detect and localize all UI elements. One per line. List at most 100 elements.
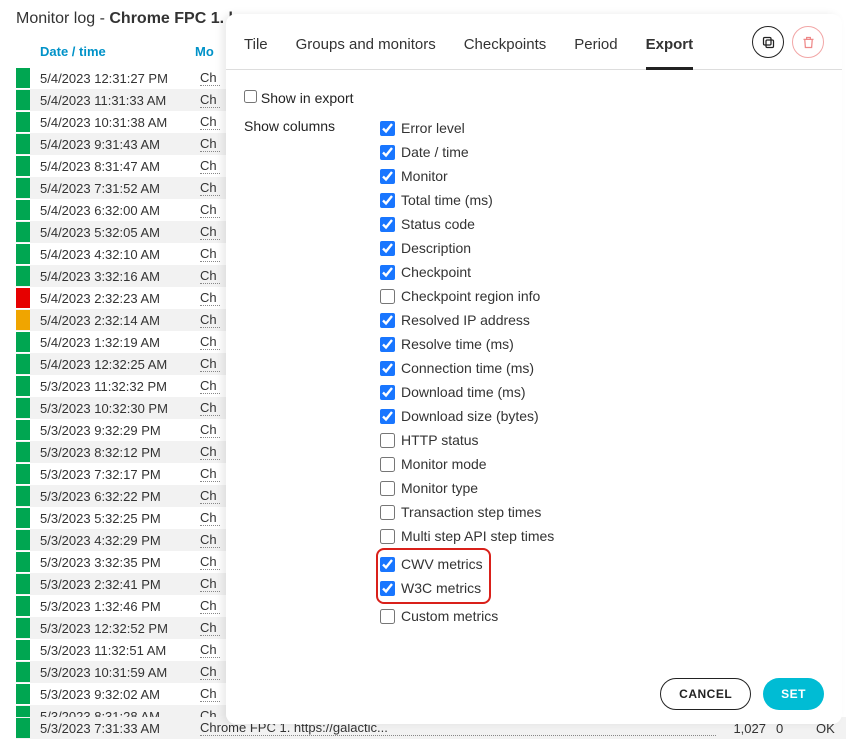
show-in-export-input[interactable] — [244, 90, 257, 103]
export-column-option[interactable]: Description — [380, 236, 824, 260]
export-column-option[interactable]: Checkpoint — [380, 260, 824, 284]
table-row[interactable]: 5/4/2023 7:31:52 AM Ch — [16, 177, 226, 199]
tab-groups-and-monitors[interactable]: Groups and monitors — [296, 28, 436, 69]
settings-panel: Tile Groups and monitors Checkpoints Period… — [226, 14, 842, 724]
export-column-checkbox[interactable] — [380, 409, 395, 424]
export-column-option[interactable]: Custom metrics — [380, 604, 824, 628]
column-header-monitor[interactable]: Mo — [195, 44, 214, 59]
export-column-option[interactable]: Date / time — [380, 140, 824, 164]
export-column-checkbox[interactable] — [380, 289, 395, 304]
export-column-option[interactable]: Total time (ms) — [380, 188, 824, 212]
export-column-checkbox[interactable] — [380, 169, 395, 184]
export-column-checkbox[interactable] — [380, 241, 395, 256]
set-button[interactable]: SET — [763, 678, 824, 710]
export-column-checkbox[interactable] — [380, 529, 395, 544]
export-column-label: Error level — [401, 120, 465, 136]
table-row[interactable]: 5/4/2023 8:31:47 AM Ch — [16, 155, 226, 177]
export-column-checkbox[interactable] — [380, 361, 395, 376]
delete-button[interactable] — [792, 26, 824, 58]
export-column-checkbox[interactable] — [380, 121, 395, 136]
table-row[interactable]: 5/4/2023 2:32:23 AM Ch — [16, 287, 226, 309]
status-indicator — [16, 684, 30, 704]
cell-monitor: Ch — [200, 686, 220, 702]
export-column-label: Connection time (ms) — [401, 360, 534, 376]
table-row[interactable]: 5/3/2023 10:32:30 PM Ch — [16, 397, 226, 419]
export-column-checkbox[interactable] — [380, 557, 395, 572]
status-indicator — [16, 398, 30, 418]
table-row[interactable]: 5/4/2023 2:32:14 AM Ch — [16, 309, 226, 331]
table-row[interactable]: 5/3/2023 10:31:59 AM Ch — [16, 661, 226, 683]
table-row[interactable]: 5/4/2023 4:32:10 AM Ch — [16, 243, 226, 265]
cell-monitor: Ch — [200, 334, 220, 350]
cell-datetime: 5/3/2023 7:32:17 PM — [40, 467, 200, 482]
export-column-option[interactable]: CWV metrics — [380, 552, 483, 576]
tab-tile[interactable]: Tile — [244, 28, 268, 69]
tab-checkpoints[interactable]: Checkpoints — [464, 28, 547, 69]
tab-period[interactable]: Period — [574, 28, 617, 69]
export-column-checkbox[interactable] — [380, 609, 395, 624]
table-row[interactable]: 5/3/2023 9:32:02 AM Ch — [16, 683, 226, 705]
export-column-label: CWV metrics — [401, 556, 483, 572]
status-indicator — [16, 310, 30, 330]
export-column-option[interactable]: Download time (ms) — [380, 380, 824, 404]
export-column-checkbox[interactable] — [380, 193, 395, 208]
export-column-checkbox[interactable] — [380, 337, 395, 352]
cell-monitor: Ch — [200, 422, 220, 438]
table-row[interactable]: 5/4/2023 6:32:00 AM Ch — [16, 199, 226, 221]
table-row[interactable]: 5/3/2023 4:32:29 PM Ch — [16, 529, 226, 551]
export-column-label: Status code — [401, 216, 475, 232]
table-row[interactable]: 5/4/2023 10:31:38 AM Ch — [16, 111, 226, 133]
export-column-option[interactable]: Transaction step times — [380, 500, 824, 524]
column-header-datetime[interactable]: Date / time — [40, 44, 195, 59]
export-column-option[interactable]: Multi step API step times — [380, 524, 824, 548]
table-row[interactable]: 5/4/2023 12:32:25 AM Ch — [16, 353, 226, 375]
table-row[interactable]: 5/3/2023 9:32:29 PM Ch — [16, 419, 226, 441]
table-row[interactable]: 5/4/2023 5:32:05 AM Ch — [16, 221, 226, 243]
cancel-button[interactable]: CANCEL — [660, 678, 751, 710]
table-row[interactable]: 5/3/2023 11:32:32 PM Ch — [16, 375, 226, 397]
export-column-checkbox[interactable] — [380, 581, 395, 596]
export-column-checkbox[interactable] — [380, 217, 395, 232]
export-column-checkbox[interactable] — [380, 313, 395, 328]
copy-button[interactable] — [752, 26, 784, 58]
export-column-checkbox[interactable] — [380, 481, 395, 496]
table-row[interactable]: 5/3/2023 3:32:35 PM Ch — [16, 551, 226, 573]
cell-datetime: 5/3/2023 12:32:52 PM — [40, 621, 200, 636]
export-column-checkbox[interactable] — [380, 385, 395, 400]
table-row[interactable]: 5/4/2023 9:31:43 AM Ch — [16, 133, 226, 155]
table-row[interactable]: 5/3/2023 2:32:41 PM Ch — [16, 573, 226, 595]
status-indicator — [16, 332, 30, 352]
cell-datetime: 5/3/2023 2:32:41 PM — [40, 577, 200, 592]
table-row[interactable]: 5/3/2023 8:32:12 PM Ch — [16, 441, 226, 463]
table-row[interactable]: 5/4/2023 1:32:19 AM Ch — [16, 331, 226, 353]
export-column-checkbox[interactable] — [380, 433, 395, 448]
table-row[interactable]: 5/4/2023 3:32:16 AM Ch — [16, 265, 226, 287]
show-in-export-checkbox[interactable]: Show in export — [244, 88, 380, 106]
table-row[interactable]: 5/3/2023 11:32:51 AM Ch — [16, 639, 226, 661]
export-column-option[interactable]: HTTP status — [380, 428, 824, 452]
export-column-option[interactable]: Status code — [380, 212, 824, 236]
export-column-checkbox[interactable] — [380, 265, 395, 280]
export-column-option[interactable]: Monitor mode — [380, 452, 824, 476]
export-column-option[interactable]: Resolve time (ms) — [380, 332, 824, 356]
export-column-option[interactable]: Connection time (ms) — [380, 356, 824, 380]
table-row[interactable]: 5/3/2023 12:32:52 PM Ch — [16, 617, 226, 639]
export-column-option[interactable]: W3C metrics — [380, 576, 483, 600]
export-column-checkbox[interactable] — [380, 505, 395, 520]
tab-export[interactable]: Export — [646, 28, 694, 70]
table-row[interactable]: 5/3/2023 6:32:22 PM Ch — [16, 485, 226, 507]
status-indicator — [16, 618, 30, 638]
export-column-option[interactable]: Monitor — [380, 164, 824, 188]
table-row[interactable]: 5/4/2023 11:31:33 AM Ch — [16, 89, 226, 111]
export-column-option[interactable]: Download size (bytes) — [380, 404, 824, 428]
export-column-option[interactable]: Monitor type — [380, 476, 824, 500]
table-row[interactable]: 5/3/2023 7:32:17 PM Ch — [16, 463, 226, 485]
export-column-option[interactable]: Error level — [380, 116, 824, 140]
export-column-checkbox[interactable] — [380, 457, 395, 472]
table-row[interactable]: 5/3/2023 5:32:25 PM Ch — [16, 507, 226, 529]
table-row[interactable]: 5/4/2023 12:31:27 PM Ch — [16, 67, 226, 89]
export-column-option[interactable]: Checkpoint region info — [380, 284, 824, 308]
export-column-option[interactable]: Resolved IP address — [380, 308, 824, 332]
table-row[interactable]: 5/3/2023 1:32:46 PM Ch — [16, 595, 226, 617]
export-column-checkbox[interactable] — [380, 145, 395, 160]
